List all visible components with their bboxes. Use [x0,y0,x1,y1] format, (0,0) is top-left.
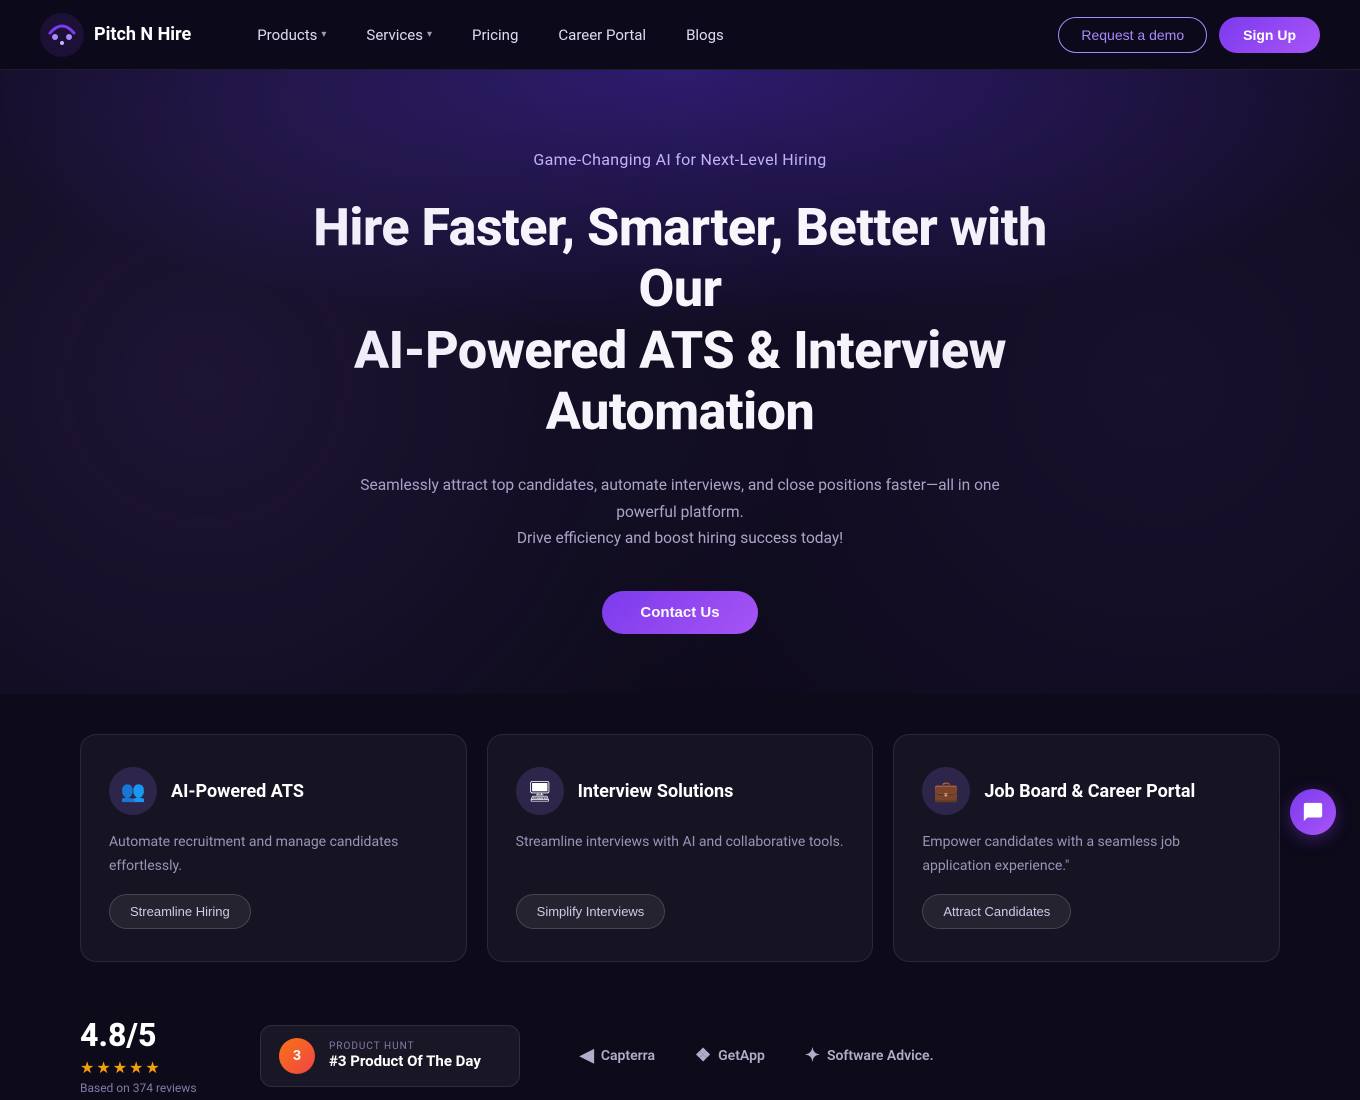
rating-block: 4.8/5 ★ ★ ★ ★ ★ Based on 374 reviews [80,1016,200,1095]
partner-logos: ◀ Capterra ❖ GetApp ✦ Software Advice. [580,1045,1280,1066]
nav-item-career-portal[interactable]: Career Portal [542,18,662,52]
star-4: ★ [129,1058,143,1077]
rating-score: 4.8/5 [80,1016,200,1054]
navbar: Pitch N Hire Products ▾ Services ▾ Prici… [0,0,1360,70]
card-ats-header: 👥 AI-Powered ATS [109,767,438,815]
chat-icon [1302,801,1324,823]
card-interviews-title: Interview Solutions [578,781,734,802]
request-demo-button[interactable]: Request a demo [1058,17,1207,53]
nav-services-label: Services [366,26,423,44]
nav-links: Products ▾ Services ▾ Pricing Career Por… [241,18,740,52]
card-job-board-title: Job Board & Career Portal [984,781,1195,802]
hero-subtitle: Seamlessly attract top candidates, autom… [360,472,1000,551]
nav-item-blogs[interactable]: Blogs [670,18,740,52]
nav-pricing-label: Pricing [472,26,518,44]
card-ats: 👥 AI-Powered ATS Automate recruitment an… [80,734,467,961]
card-interviews: 🖥 Interview Solutions Streamline intervi… [487,734,874,961]
software-advice-logo: ✦ Software Advice. [805,1045,934,1066]
nav-career-label: Career Portal [558,26,646,44]
getapp-icon: ❖ [695,1045,711,1066]
software-advice-icon: ✦ [805,1045,820,1066]
ph-label: PRODUCT HUNT [329,1041,481,1052]
hero-subtitle-line1: Seamlessly attract top candidates, autom… [360,476,999,520]
ph-rank-circle: 3 [279,1038,315,1074]
card-ats-title: AI-Powered ATS [171,781,304,802]
star-5: ★ [145,1058,159,1077]
signup-button[interactable]: Sign Up [1219,17,1320,53]
star-2: ★ [96,1058,110,1077]
streamline-hiring-button[interactable]: Streamline Hiring [109,894,251,929]
nav-blogs-label: Blogs [686,26,724,44]
nav-item-services[interactable]: Services ▾ [350,18,448,52]
bottom-bar: 4.8/5 ★ ★ ★ ★ ★ Based on 374 reviews 3 P… [0,1012,1360,1100]
services-chevron-icon: ▾ [427,29,432,40]
brand-logo-icon [40,13,84,57]
hero-subtitle-line2: Drive efficiency and boost hiring succes… [517,529,843,547]
contact-us-button[interactable]: Contact Us [602,591,757,634]
chat-button[interactable] [1290,789,1336,835]
nav-item-products[interactable]: Products ▾ [241,18,342,52]
job-board-icon: 💼 [922,767,970,815]
rating-stars: ★ ★ ★ ★ ★ [80,1058,200,1077]
hero-title-line2: AI-Powered ATS & Interview Automation [354,320,1006,442]
simplify-interviews-button[interactable]: Simplify Interviews [516,894,666,929]
nav-brand-area: Pitch N Hire Products ▾ Services ▾ Prici… [40,13,740,57]
feature-cards-section: 👥 AI-Powered ATS Automate recruitment an… [0,694,1360,1011]
hero-section: Game-Changing AI for Next-Level Hiring H… [0,70,1360,694]
card-job-board: 💼 Job Board & Career Portal Empower cand… [893,734,1280,961]
card-interviews-description: Streamline interviews with AI and collab… [516,831,845,877]
ph-text-block: PRODUCT HUNT #3 Product Of The Day [329,1041,481,1070]
hero-tagline: Game-Changing AI for Next-Level Hiring [40,150,1320,169]
nav-products-label: Products [257,26,317,44]
star-3: ★ [113,1058,127,1077]
capterra-logo: ◀ Capterra [580,1045,655,1066]
rating-label: Based on 374 reviews [80,1081,200,1095]
capterra-label: Capterra [601,1048,655,1064]
hero-title-line1: Hire Faster, Smarter, Better with Our [313,197,1046,319]
products-chevron-icon: ▾ [321,29,326,40]
nav-item-pricing[interactable]: Pricing [456,18,534,52]
attract-candidates-button[interactable]: Attract Candidates [922,894,1071,929]
interviews-icon: 🖥 [516,767,564,815]
nav-cta-area: Request a demo Sign Up [1058,17,1320,53]
getapp-label: GetApp [718,1048,765,1064]
capterra-icon: ◀ [580,1045,594,1066]
ph-value: #3 Product Of The Day [329,1052,481,1070]
star-1: ★ [80,1058,94,1077]
card-ats-description: Automate recruitment and manage candidat… [109,831,438,877]
software-advice-label: Software Advice. [827,1048,934,1064]
getapp-logo: ❖ GetApp [695,1045,765,1066]
hero-title: Hire Faster, Smarter, Better with Our AI… [270,197,1090,442]
card-job-board-header: 💼 Job Board & Career Portal [922,767,1251,815]
brand-name: Pitch N Hire [94,24,191,45]
card-interviews-header: 🖥 Interview Solutions [516,767,845,815]
product-hunt-badge: 3 PRODUCT HUNT #3 Product Of The Day [260,1025,520,1087]
ats-icon: 👥 [109,767,157,815]
card-job-board-description: Empower candidates with a seamless job a… [922,831,1251,877]
